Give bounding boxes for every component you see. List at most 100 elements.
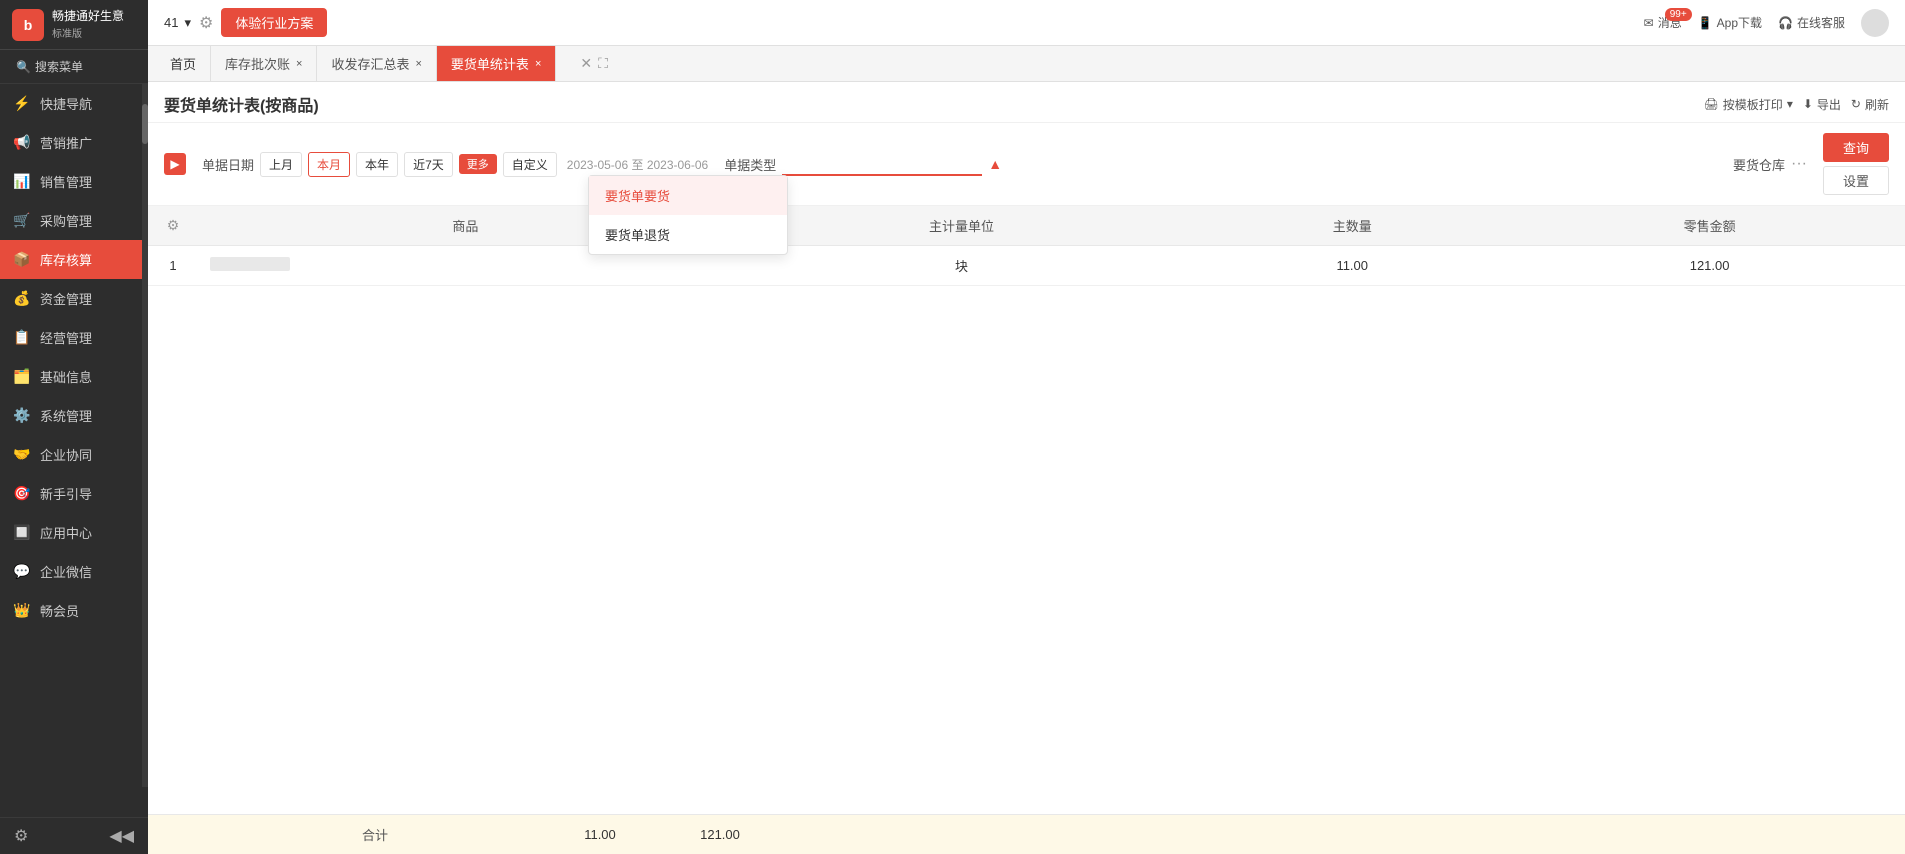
topbar-settings-icon[interactable]: ⚙ bbox=[199, 13, 213, 33]
page-header: 要货单统计表(按商品) 🖨 按模板打印 ▾ ⬇ 导出 ↻ 刷新 bbox=[148, 82, 1905, 123]
query-btn[interactable]: 查询 bbox=[1823, 133, 1889, 162]
sales-icon: 📊 bbox=[12, 173, 32, 190]
topbar-left: 41 ▾ ⚙ 体验行业方案 bbox=[164, 8, 327, 37]
filter-settings-btn[interactable]: 设置 bbox=[1823, 166, 1889, 195]
close-all-tabs-icon[interactable]: ✕ bbox=[580, 55, 592, 72]
trial-btn[interactable]: 体验行业方案 bbox=[221, 8, 327, 37]
footer-total-label: 合计 bbox=[210, 825, 540, 844]
sidebar-item-inventory[interactable]: 📦 库存核算 bbox=[0, 240, 148, 279]
sidebar-item-sales[interactable]: 📊 销售管理 bbox=[0, 162, 148, 201]
refresh-btn[interactable]: ↻ 刷新 bbox=[1851, 96, 1889, 113]
tab-receivable-summary[interactable]: 收发存汇总表 × bbox=[317, 46, 436, 81]
app-center-icon: 🔲 bbox=[12, 524, 32, 541]
logo-text-area: 畅捷通好生意 标准版 bbox=[52, 9, 124, 40]
sidebar-item-label: 畅会员 bbox=[40, 601, 79, 620]
sidebar-item-label: 新手引导 bbox=[40, 484, 92, 503]
system-icon: ⚙️ bbox=[12, 407, 32, 424]
tab-batch-account[interactable]: 库存批次账 × bbox=[211, 46, 317, 81]
date-more-btn[interactable]: 更多 bbox=[459, 154, 497, 174]
message-btn[interactable]: ✉ 消息 99+ bbox=[1644, 14, 1682, 31]
print-btn[interactable]: 🖨 按模板打印 ▾ bbox=[1704, 96, 1793, 113]
sidebar-item-basic-info[interactable]: 🗂️ 基础信息 bbox=[0, 357, 148, 396]
dropdown-item-order-purchase[interactable]: 要货单要货 bbox=[589, 176, 787, 215]
tab-order-summary-close[interactable]: × bbox=[535, 58, 541, 70]
service-icon: 🎧 bbox=[1778, 16, 1793, 30]
sidebar-item-app-center[interactable]: 🔲 应用中心 bbox=[0, 513, 148, 552]
sidebar-item-label: 系统管理 bbox=[40, 406, 92, 425]
export-icon: ⬇ bbox=[1803, 97, 1813, 111]
sidebar-item-marketing[interactable]: 📢 营销推广 bbox=[0, 123, 148, 162]
page-title: 要货单统计表(按商品) bbox=[164, 92, 319, 116]
sidebar-search[interactable]: 🔍 搜索菜单 bbox=[0, 50, 148, 84]
tab-batch-account-label: 库存批次账 bbox=[225, 54, 290, 73]
col-settings: ⚙ bbox=[148, 206, 198, 246]
date-last-month-btn[interactable]: 上月 bbox=[260, 152, 302, 177]
warehouse-filter-dots[interactable]: ··· bbox=[1791, 155, 1807, 173]
col-amount-header: 零售金额 bbox=[1514, 206, 1905, 246]
logo-sub: 标准版 bbox=[52, 25, 124, 40]
search-label: 搜索菜单 bbox=[35, 58, 83, 75]
warehouse-filter-label: 要货仓库 bbox=[1733, 155, 1785, 174]
sidebar-item-label: 应用中心 bbox=[40, 523, 92, 542]
cell-index: 1 bbox=[148, 246, 198, 286]
type-filter-arrow[interactable]: ▲ bbox=[988, 156, 1002, 172]
sidebar-item-label: 企业微信 bbox=[40, 562, 92, 581]
app-download-btn[interactable]: 📱 App下载 bbox=[1698, 14, 1762, 31]
sidebar-item-beginner[interactable]: 🎯 新手引导 bbox=[0, 474, 148, 513]
col-unit-header: 主计量单位 bbox=[733, 206, 1191, 246]
export-btn[interactable]: ⬇ 导出 bbox=[1803, 96, 1841, 113]
store-selector[interactable]: 41 ▾ bbox=[164, 15, 191, 31]
date-last-7-btn[interactable]: 近7天 bbox=[404, 152, 453, 177]
date-this-month-btn[interactable]: 本月 bbox=[308, 152, 350, 177]
date-custom-btn[interactable]: 自定义 bbox=[503, 152, 557, 177]
app-icon: 📱 bbox=[1698, 16, 1713, 30]
service-label: 在线客服 bbox=[1797, 14, 1845, 31]
sidebar-item-label: 库存核算 bbox=[40, 250, 92, 269]
sidebar-item-label: 销售管理 bbox=[40, 172, 92, 191]
sidebar-item-finance[interactable]: 💰 资金管理 bbox=[0, 279, 148, 318]
expand-tab-icon[interactable]: ⛶ bbox=[598, 55, 608, 72]
sidebar-item-label: 资金管理 bbox=[40, 289, 92, 308]
collapse-icon[interactable]: ◀◀ bbox=[109, 826, 134, 846]
sidebar-item-wechat[interactable]: 💬 企业微信 bbox=[0, 552, 148, 591]
tab-home[interactable]: 首页 bbox=[156, 46, 211, 81]
dropdown-item-order-return[interactable]: 要货单退货 bbox=[589, 215, 787, 254]
product-name-placeholder bbox=[210, 257, 290, 271]
app-label: App下载 bbox=[1717, 14, 1762, 31]
query-settings-group: 查询 设置 bbox=[1823, 133, 1889, 195]
store-dropdown-icon: ▾ bbox=[184, 15, 191, 31]
user-avatar[interactable] bbox=[1861, 9, 1889, 37]
table-footer: 合计 11.00 121.00 bbox=[148, 814, 1905, 854]
dropdown-item-return-label: 要货单退货 bbox=[605, 228, 670, 243]
type-dropdown: 要货单要货 要货单退货 bbox=[588, 175, 788, 255]
settings-footer-icon[interactable]: ⚙ bbox=[14, 826, 28, 846]
sidebar-item-member[interactable]: 👑 畅会员 bbox=[0, 591, 148, 630]
footer-qty: 11.00 bbox=[540, 827, 660, 842]
tab-order-summary[interactable]: 要货单统计表 × bbox=[437, 46, 556, 81]
tab-receivable-summary-close[interactable]: × bbox=[415, 58, 421, 70]
sidebar-item-enterprise[interactable]: 🤝 企业协同 bbox=[0, 435, 148, 474]
tabs-bar: 首页 库存批次账 × 收发存汇总表 × 要货单统计表 × ✕ ⛶ bbox=[148, 46, 1905, 82]
refresh-label: 刷新 bbox=[1865, 96, 1889, 113]
quick-nav-icon: ⚡ bbox=[12, 95, 32, 112]
sidebar-item-operations[interactable]: 📋 经营管理 bbox=[0, 318, 148, 357]
tab-batch-account-close[interactable]: × bbox=[296, 58, 302, 70]
print-label: 按模板打印 bbox=[1723, 96, 1783, 113]
sidebar-item-purchase[interactable]: 🛒 采购管理 bbox=[0, 201, 148, 240]
cell-amount: 121.00 bbox=[1514, 246, 1905, 286]
inventory-icon: 📦 bbox=[12, 251, 32, 268]
type-filter-input[interactable] bbox=[782, 153, 982, 176]
sidebar-item-system[interactable]: ⚙️ 系统管理 bbox=[0, 396, 148, 435]
enterprise-icon: 🤝 bbox=[12, 446, 32, 463]
beginner-icon: 🎯 bbox=[12, 485, 32, 502]
column-settings-icon[interactable]: ⚙ bbox=[167, 217, 180, 233]
col-qty-header: 主数量 bbox=[1190, 206, 1514, 246]
member-icon: 👑 bbox=[12, 602, 32, 619]
main-area: 41 ▾ ⚙ 体验行业方案 ✉ 消息 99+ 📱 App下载 🎧 在线客服 bbox=[148, 0, 1905, 854]
sidebar-item-quick-nav[interactable]: ⚡ 快捷导航 bbox=[0, 84, 148, 123]
online-service-btn[interactable]: 🎧 在线客服 bbox=[1778, 14, 1845, 31]
tab-home-label: 首页 bbox=[170, 54, 196, 73]
filter-toggle-btn[interactable]: ▶ bbox=[164, 153, 186, 175]
table-container: ⚙ 商品 主计量单位 主数量 零售金额 bbox=[148, 206, 1905, 814]
date-this-year-btn[interactable]: 本年 bbox=[356, 152, 398, 177]
